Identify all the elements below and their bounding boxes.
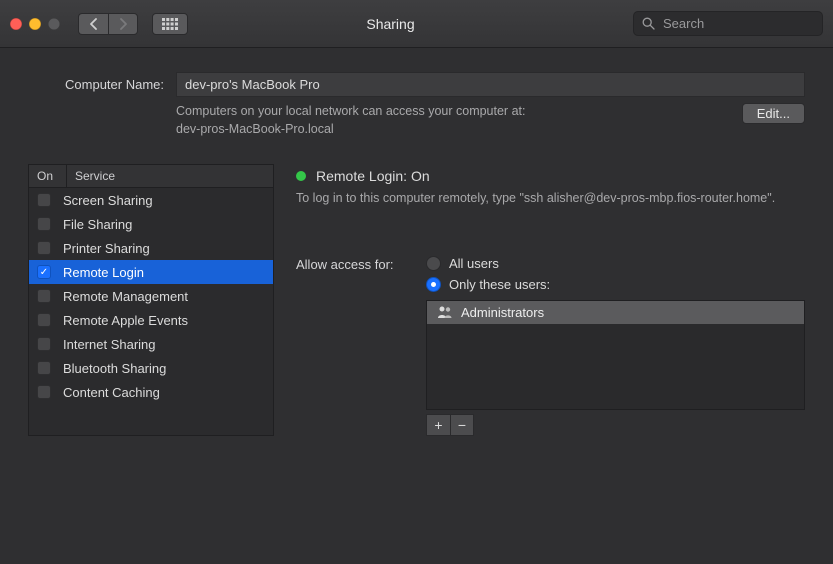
radio-only-label: Only these users:	[449, 277, 550, 292]
status-indicator-icon	[296, 171, 306, 181]
user-icon	[437, 306, 453, 318]
show-all-button[interactable]	[152, 13, 188, 35]
service-checkbox[interactable]	[37, 361, 51, 375]
services-list: On Service Screen Sharing File Sharing Pri…	[28, 164, 274, 436]
edit-hostname-button[interactable]: Edit...	[742, 103, 805, 124]
radio-icon	[426, 256, 441, 271]
service-label: Screen Sharing	[63, 193, 153, 208]
minimize-window-button[interactable]	[29, 18, 41, 30]
users-list-body	[427, 324, 804, 409]
computer-name-subtext-line2: dev-pros-MacBook-Pro.local	[176, 122, 334, 136]
radio-only-users[interactable]: Only these users:	[426, 277, 805, 292]
access-label: Allow access for:	[296, 256, 416, 272]
search-input[interactable]	[661, 15, 814, 32]
users-add-remove: + −	[426, 414, 805, 436]
services-header-on: On	[29, 165, 67, 187]
window-toolbar: Sharing	[0, 0, 833, 48]
service-checkbox[interactable]	[37, 313, 51, 327]
service-label: Remote Management	[63, 289, 188, 304]
service-label: Remote Apple Events	[63, 313, 188, 328]
service-checkbox[interactable]	[37, 337, 51, 351]
computer-name-subtext-line1: Computers on your local network can acce…	[176, 104, 525, 118]
service-checkbox[interactable]	[37, 289, 51, 303]
computer-name-input[interactable]	[176, 72, 805, 97]
service-row[interactable]: Internet Sharing	[29, 332, 273, 356]
search-icon	[642, 17, 655, 30]
service-label: Printer Sharing	[63, 241, 150, 256]
service-row[interactable]: Remote Management	[29, 284, 273, 308]
service-row[interactable]: Printer Sharing	[29, 236, 273, 260]
close-window-button[interactable]	[10, 18, 22, 30]
nav-buttons	[78, 13, 138, 35]
service-row[interactable]: Screen Sharing	[29, 188, 273, 212]
main-split: On Service Screen Sharing File Sharing Pri…	[28, 164, 805, 436]
service-row[interactable]: ✓ Remote Login	[29, 260, 273, 284]
service-checkbox[interactable]	[37, 193, 51, 207]
add-user-button[interactable]: +	[426, 414, 450, 436]
window-title: Sharing	[198, 16, 583, 32]
back-button[interactable]	[78, 13, 108, 35]
access-radios: All users Only these users:	[426, 256, 805, 292]
forward-button[interactable]	[108, 13, 138, 35]
service-label: Content Caching	[63, 385, 160, 400]
status-row: Remote Login: On	[296, 168, 805, 184]
service-label: Bluetooth Sharing	[63, 361, 166, 376]
service-label: Remote Login	[63, 265, 144, 280]
service-row[interactable]: File Sharing	[29, 212, 273, 236]
content-area: Computer Name: Computers on your local n…	[0, 48, 833, 452]
user-label: Administrators	[461, 305, 544, 320]
access-row: Allow access for: All users Only these u…	[296, 256, 805, 436]
services-body: Screen Sharing File Sharing Printer Sharin…	[29, 188, 273, 404]
traffic-lights	[10, 18, 60, 30]
computer-name-label: Computer Name:	[28, 77, 164, 92]
service-checkbox[interactable]	[37, 385, 51, 399]
service-checkbox[interactable]: ✓	[37, 265, 51, 279]
service-checkbox[interactable]	[37, 217, 51, 231]
computer-name-subrow: Computers on your local network can acce…	[28, 103, 805, 138]
service-row[interactable]: Remote Apple Events	[29, 308, 273, 332]
radio-all-users[interactable]: All users	[426, 256, 805, 271]
service-row[interactable]: Content Caching	[29, 380, 273, 404]
zoom-window-button[interactable]	[48, 18, 60, 30]
status-label: Remote Login: On	[316, 168, 430, 184]
user-row[interactable]: Administrators	[427, 301, 804, 324]
radio-icon	[426, 277, 441, 292]
services-header: On Service	[29, 165, 273, 188]
service-label: Internet Sharing	[63, 337, 156, 352]
services-header-service: Service	[67, 165, 273, 187]
users-list[interactable]: Administrators	[426, 300, 805, 410]
service-label: File Sharing	[63, 217, 132, 232]
service-detail: Remote Login: On To log in to this compu…	[296, 164, 805, 436]
computer-name-subtext: Computers on your local network can acce…	[176, 103, 730, 138]
search-field[interactable]	[633, 11, 823, 36]
remove-user-button[interactable]: −	[450, 414, 474, 436]
ssh-instructions: To log in to this computer remotely, typ…	[296, 190, 805, 208]
service-checkbox[interactable]	[37, 241, 51, 255]
service-row[interactable]: Bluetooth Sharing	[29, 356, 273, 380]
radio-all-label: All users	[449, 256, 499, 271]
computer-name-row: Computer Name:	[28, 72, 805, 97]
